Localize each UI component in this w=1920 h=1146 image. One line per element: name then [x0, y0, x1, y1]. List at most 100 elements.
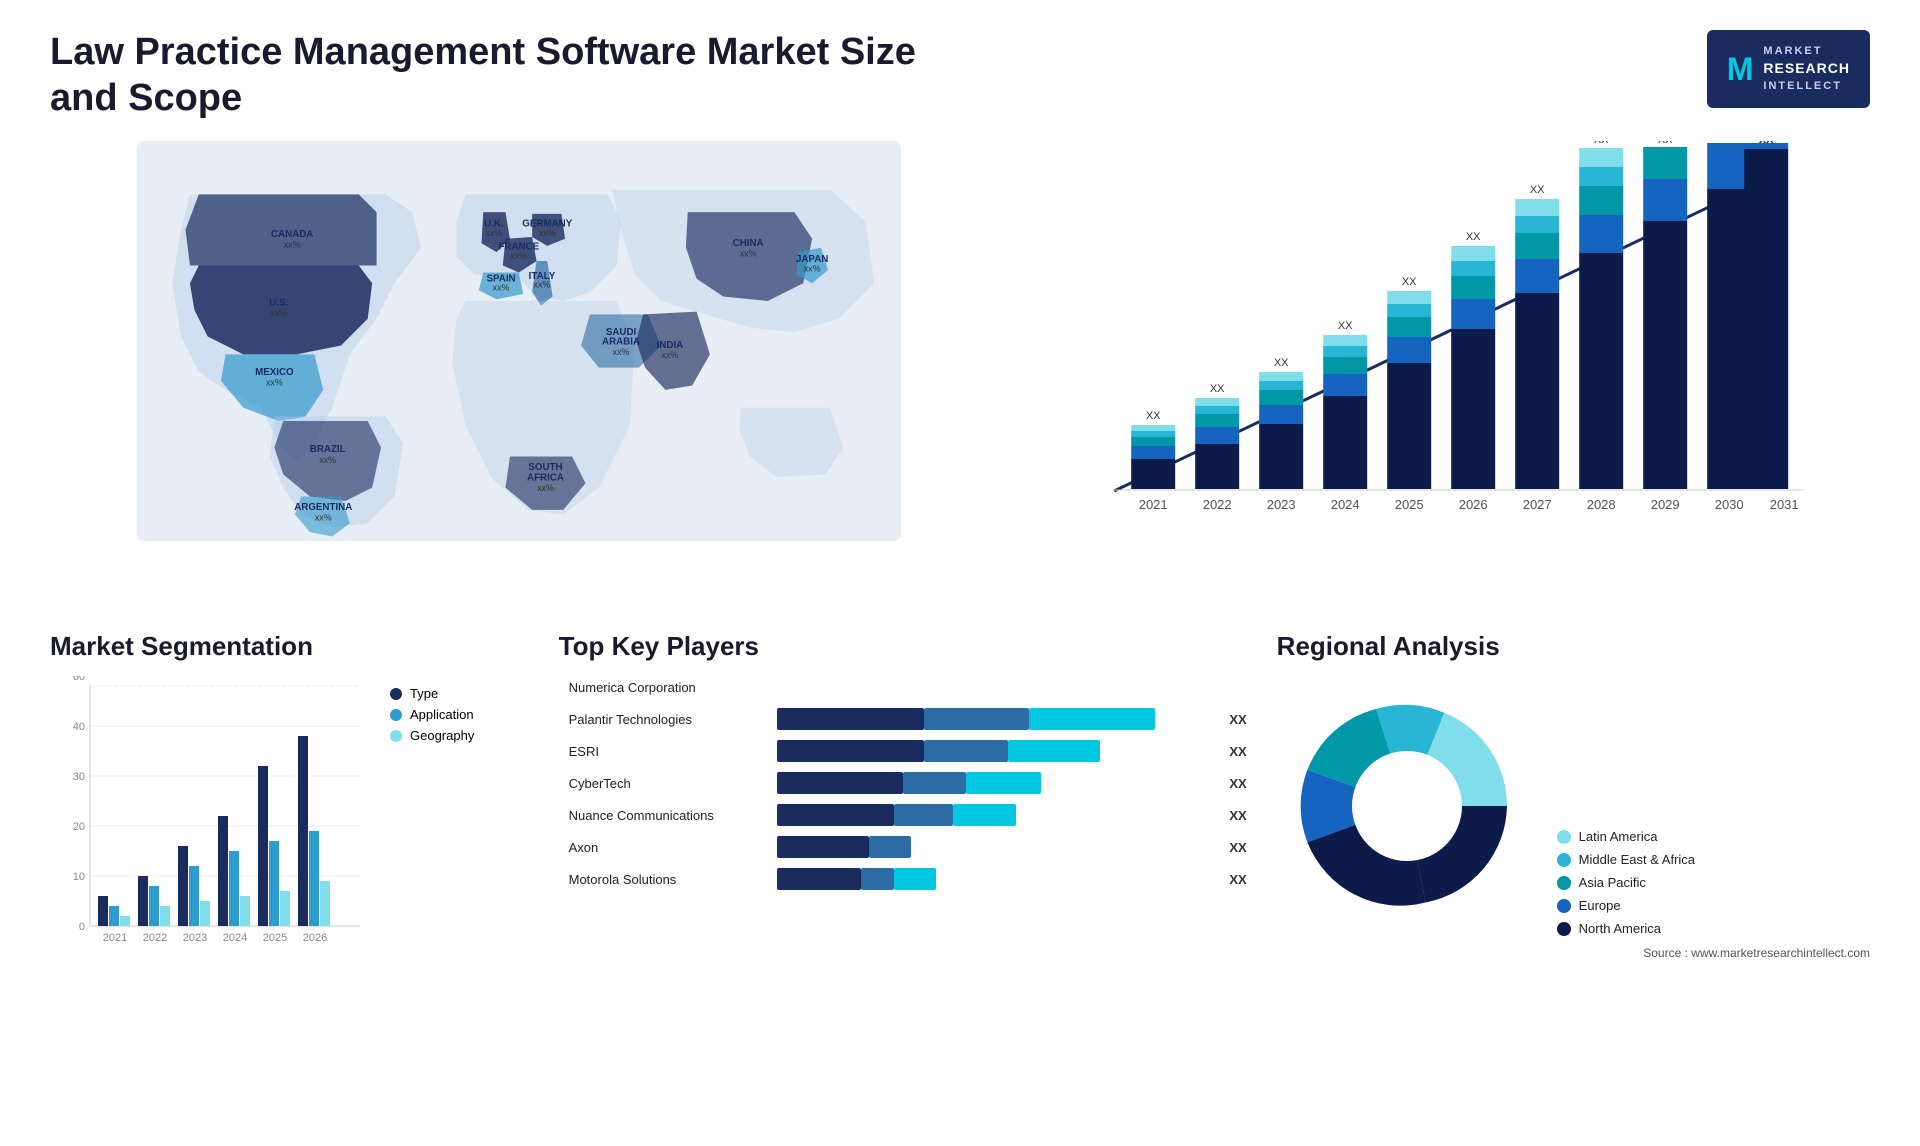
mea-dot: [1557, 853, 1571, 867]
player-bar-container: [777, 772, 1216, 794]
top-section: CANADA xx% U.S. xx% MEXICO xx% BRAZIL xx…: [50, 141, 1870, 601]
svg-text:MEXICO: MEXICO: [255, 367, 294, 378]
europe-dot: [1557, 899, 1571, 913]
player-bar-light: [953, 804, 1016, 826]
donut-chart: [1277, 676, 1537, 936]
player-value: XX: [1229, 712, 1246, 727]
player-bar-mid: [924, 708, 1029, 730]
segmentation-title: Market Segmentation: [50, 631, 539, 662]
svg-text:2024: 2024: [1330, 497, 1359, 512]
svg-text:2021: 2021: [1138, 497, 1167, 512]
svg-text:40: 40: [73, 721, 85, 733]
legend-latin-america: Latin America: [1557, 829, 1695, 844]
player-row: AxonXX: [569, 836, 1247, 858]
map-area: CANADA xx% U.S. xx% MEXICO xx% BRAZIL xx…: [50, 141, 988, 601]
svg-text:60: 60: [73, 676, 85, 683]
svg-text:2028: 2028: [1586, 497, 1615, 512]
key-players-title: Top Key Players: [559, 631, 1257, 662]
svg-text:BRAZIL: BRAZIL: [310, 444, 346, 455]
geography-dot: [390, 730, 402, 742]
player-row: Palantir Technologies XX: [569, 708, 1247, 730]
svg-text:2027: 2027: [1522, 497, 1551, 512]
player-bar-mid: [869, 836, 911, 858]
svg-text:CHINA: CHINA: [733, 238, 764, 249]
player-row: ESRIXX: [569, 740, 1247, 762]
player-bar-light: [894, 868, 936, 890]
player-row: CyberTechXX: [569, 772, 1247, 794]
regional-area: Regional Analysis: [1277, 631, 1870, 1031]
svg-text:ARABIA: ARABIA: [602, 337, 640, 348]
svg-text:2023: 2023: [1266, 497, 1295, 512]
svg-text:xx%: xx%: [266, 378, 283, 388]
player-value: XX: [1229, 808, 1246, 823]
legend-mea: Middle East & Africa: [1557, 852, 1695, 867]
svg-text:xx%: xx%: [534, 280, 551, 290]
seg-legend-application: Application: [390, 707, 474, 722]
svg-text:2026: 2026: [303, 932, 327, 944]
player-name: CyberTech: [569, 776, 769, 791]
svg-text:SOUTH: SOUTH: [528, 462, 562, 473]
svg-text:XX: XX: [1209, 383, 1224, 395]
svg-text:xx%: xx%: [613, 347, 630, 357]
svg-text:30: 30: [73, 771, 85, 783]
player-bar-dark: [777, 836, 869, 858]
svg-text:AFRICA: AFRICA: [527, 473, 564, 484]
regional-title: Regional Analysis: [1277, 631, 1870, 662]
legend-europe: Europe: [1557, 898, 1695, 913]
player-bar-container: [777, 836, 1216, 858]
svg-text:XX: XX: [1657, 141, 1672, 146]
svg-text:xx%: xx%: [804, 264, 821, 274]
source-text: Source : www.marketresearchintellect.com: [1277, 946, 1870, 960]
svg-text:xx%: xx%: [539, 228, 556, 238]
north-america-dot: [1557, 922, 1571, 936]
page-title: Law Practice Management Software Market …: [50, 30, 950, 121]
svg-text:XX: XX: [1145, 410, 1160, 422]
player-bar-dark: [777, 740, 924, 762]
svg-text:xx%: xx%: [537, 483, 554, 493]
svg-text:2029: 2029: [1650, 497, 1679, 512]
player-row: Motorola Solutions XX: [569, 868, 1247, 890]
player-bar-mid: [924, 740, 1008, 762]
logo-letter: M: [1727, 47, 1754, 92]
player-name: Nuance Communications: [569, 808, 769, 823]
svg-text:XX: XX: [1758, 141, 1773, 146]
svg-text:XX: XX: [1593, 141, 1608, 146]
player-bar-dark: [777, 804, 895, 826]
player-bar-container: [777, 676, 1233, 698]
svg-text:2023: 2023: [183, 932, 207, 944]
key-players-list: Numerica CorporationPalantir Technologie…: [559, 676, 1257, 890]
svg-text:XX: XX: [1273, 357, 1288, 369]
player-name: Palantir Technologies: [569, 712, 769, 727]
player-bar-mid: [894, 804, 953, 826]
regional-legend: Latin America Middle East & Africa Asia …: [1557, 829, 1695, 936]
svg-text:XX: XX: [1721, 141, 1736, 142]
seg-legend-type: Type: [390, 686, 474, 701]
svg-text:20: 20: [73, 821, 85, 833]
svg-text:2024: 2024: [223, 932, 247, 944]
type-dot: [390, 688, 402, 700]
player-name: Motorola Solutions: [569, 872, 769, 887]
player-value: XX: [1229, 872, 1246, 887]
svg-text:xx%: xx%: [319, 455, 336, 465]
header: Law Practice Management Software Market …: [50, 30, 1870, 121]
player-bar-dark: [777, 868, 861, 890]
svg-text:ARGENTINA: ARGENTINA: [294, 502, 352, 513]
svg-text:XX: XX: [1401, 276, 1416, 288]
segment-area: Market Segmentation 0 10 20 30 40: [50, 631, 539, 1031]
player-bar-container: [777, 740, 1216, 762]
player-bar-container: [777, 804, 1216, 826]
logo-box: M MARKET RESEARCH INTELLECT: [1707, 30, 1870, 108]
player-value: XX: [1229, 840, 1246, 855]
svg-text:xx%: xx%: [493, 283, 510, 293]
logo-text: MARKET RESEARCH INTELLECT: [1763, 44, 1850, 94]
svg-text:2030: 2030: [1714, 497, 1743, 512]
player-name: ESRI: [569, 744, 769, 759]
legend-north-america: North America: [1557, 921, 1695, 936]
svg-text:xx%: xx%: [284, 240, 301, 250]
svg-text:U.S.: U.S.: [269, 298, 288, 309]
svg-text:2026: 2026: [1458, 497, 1487, 512]
key-players-area: Top Key Players Numerica CorporationPala…: [559, 631, 1257, 1031]
svg-text:xx%: xx%: [486, 228, 503, 238]
player-bar-light: [966, 772, 1042, 794]
world-map-svg: CANADA xx% U.S. xx% MEXICO xx% BRAZIL xx…: [50, 141, 988, 541]
